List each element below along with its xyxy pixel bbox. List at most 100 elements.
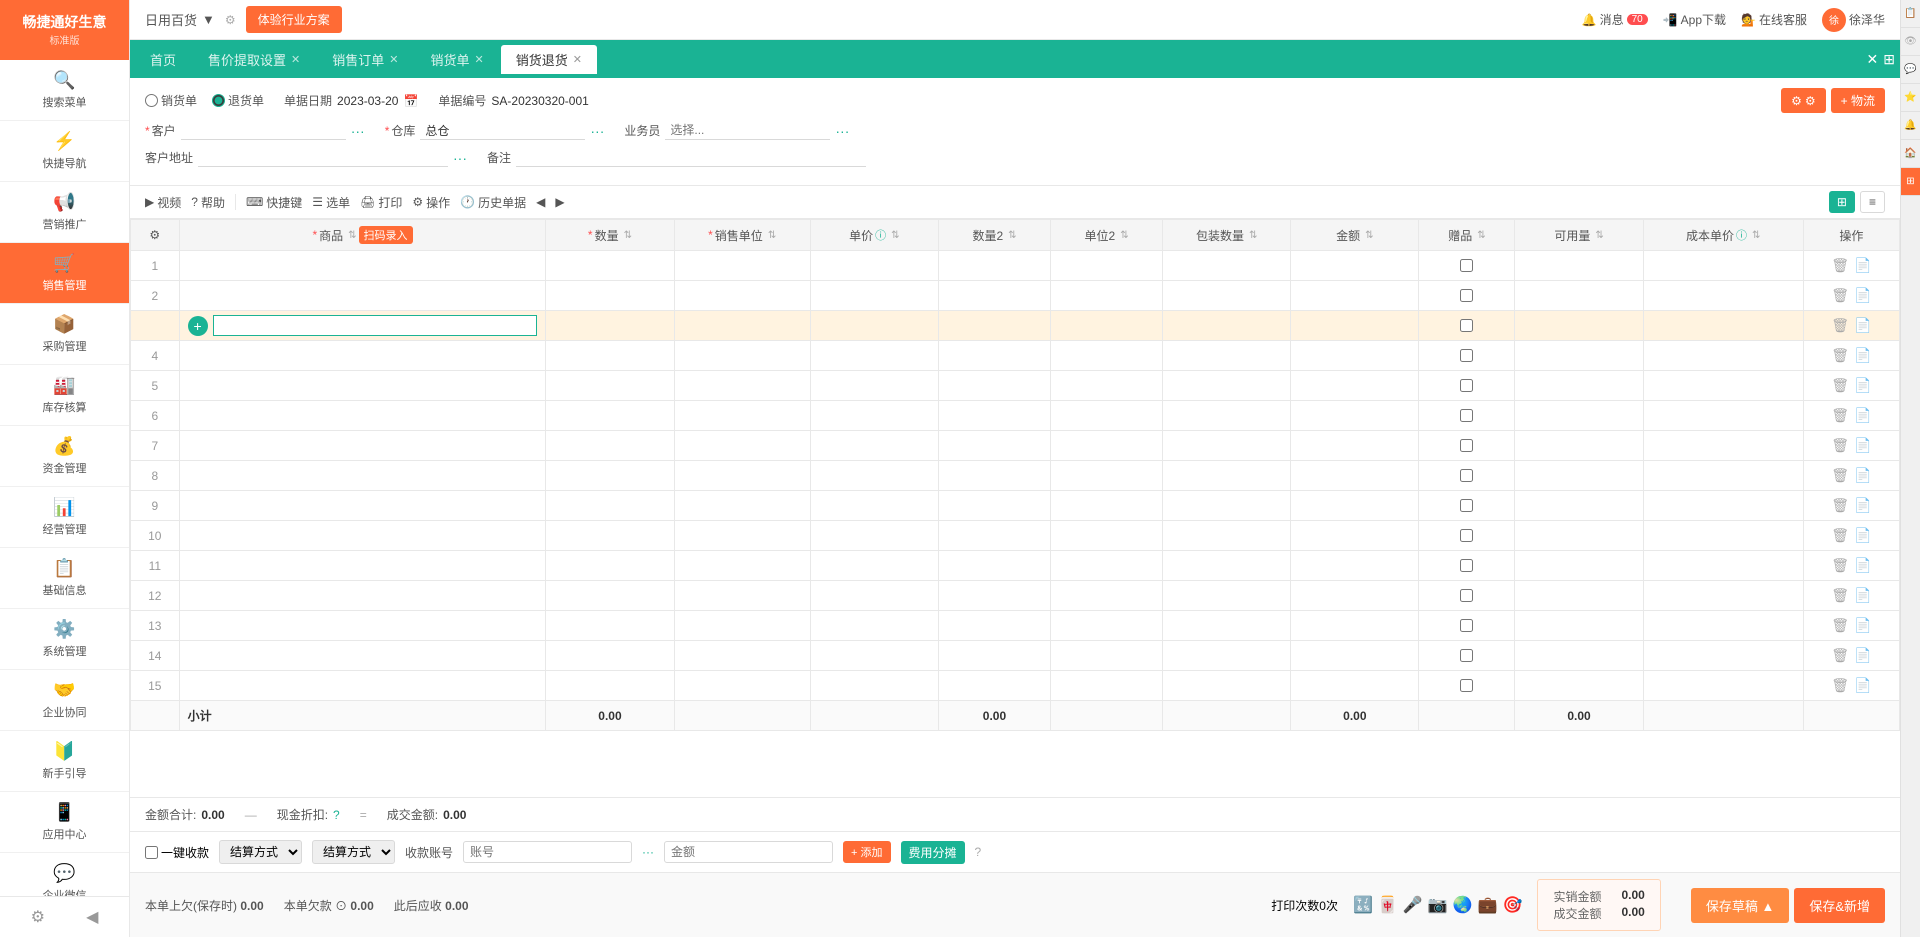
unit2-cell-10[interactable] bbox=[1051, 521, 1163, 551]
unit-cell-10[interactable] bbox=[674, 521, 810, 551]
tab-close-icon[interactable]: ✕ bbox=[573, 53, 582, 66]
unit2-cell-9[interactable] bbox=[1051, 491, 1163, 521]
gift-cell-11[interactable] bbox=[1419, 551, 1515, 581]
qty-cell-15[interactable] bbox=[546, 671, 674, 701]
pack-qty-cell-2[interactable] bbox=[1163, 281, 1291, 311]
unit-cell-5[interactable] bbox=[674, 371, 810, 401]
icon7[interactable]: 🎯 bbox=[1503, 895, 1523, 915]
sidebar-item-wechat[interactable]: 💬 企业微信 bbox=[0, 853, 129, 896]
nav-prev-btn[interactable]: ◀ bbox=[536, 195, 545, 209]
product-cell-14[interactable] bbox=[179, 641, 546, 671]
available-cell-5[interactable] bbox=[1515, 371, 1643, 401]
gift-checkbox-1[interactable] bbox=[1460, 259, 1473, 272]
product-cell-12[interactable] bbox=[179, 581, 546, 611]
gift-checkbox-12[interactable] bbox=[1460, 589, 1473, 602]
pack-qty-cell-4[interactable] bbox=[1163, 341, 1291, 371]
price-cell-15[interactable] bbox=[810, 671, 938, 701]
pack-qty-cell-12[interactable] bbox=[1163, 581, 1291, 611]
cost-price-cell-10[interactable] bbox=[1643, 521, 1803, 551]
history-btn[interactable]: 🕐 历史单据 bbox=[460, 194, 526, 211]
amount-cell-3[interactable] bbox=[1291, 311, 1419, 341]
right-panel-btn-7[interactable]: ⊞ bbox=[1901, 168, 1920, 196]
qty2-cell-13[interactable] bbox=[938, 611, 1050, 641]
help-btn[interactable]: ? 帮助 bbox=[191, 194, 225, 211]
dots-btn[interactable]: ··· bbox=[642, 845, 654, 859]
gift-cell-5[interactable] bbox=[1419, 371, 1515, 401]
cost-price-cell-3[interactable] bbox=[1643, 311, 1803, 341]
right-panel-btn-2[interactable]: 👁 bbox=[1901, 28, 1920, 56]
tab-sales[interactable]: 销货单 ✕ bbox=[415, 45, 498, 74]
unit-cell-6[interactable] bbox=[674, 401, 810, 431]
operation-btn[interactable]: ⚙ 操作 bbox=[412, 194, 450, 211]
sidebar-item-ops[interactable]: 📊 经营管理 bbox=[0, 487, 129, 548]
pack-qty-cell-7[interactable] bbox=[1163, 431, 1291, 461]
amount-cell-9[interactable] bbox=[1291, 491, 1419, 521]
delete-icon-12[interactable]: 🗑 bbox=[1831, 587, 1849, 604]
copy-icon-1[interactable]: 📄 bbox=[1854, 257, 1871, 274]
sidebar-item-inventory[interactable]: 🏭 库存核算 bbox=[0, 365, 129, 426]
unit2-cell-11[interactable] bbox=[1051, 551, 1163, 581]
qty2-cell-14[interactable] bbox=[938, 641, 1050, 671]
tab-close-icon[interactable]: ✕ bbox=[291, 53, 300, 66]
copy-icon-13[interactable]: 📄 bbox=[1854, 617, 1871, 634]
qty-cell-12[interactable] bbox=[546, 581, 674, 611]
product-cell-1[interactable] bbox=[179, 251, 546, 281]
sidebar-item-enterprise[interactable]: 🤝 企业协同 bbox=[0, 670, 129, 731]
amount-input[interactable] bbox=[664, 841, 833, 863]
unit2-cell-15[interactable] bbox=[1051, 671, 1163, 701]
sidebar-collapse-btn[interactable]: ◀ bbox=[86, 907, 98, 927]
cost-price-cell-12[interactable] bbox=[1643, 581, 1803, 611]
qty-cell-7[interactable] bbox=[546, 431, 674, 461]
delete-icon-15[interactable]: 🗑 bbox=[1831, 677, 1849, 694]
sidebar-item-system[interactable]: ⚙️ 系统管理 bbox=[0, 609, 129, 670]
amount-cell-7[interactable] bbox=[1291, 431, 1419, 461]
amount-cell-4[interactable] bbox=[1291, 341, 1419, 371]
unit-cell-3[interactable] bbox=[674, 311, 810, 341]
unit2-cell-8[interactable] bbox=[1051, 461, 1163, 491]
available-cell-6[interactable] bbox=[1515, 401, 1643, 431]
gift-cell-7[interactable] bbox=[1419, 431, 1515, 461]
gift-checkbox-5[interactable] bbox=[1460, 379, 1473, 392]
delete-icon-13[interactable]: 🗑 bbox=[1831, 617, 1849, 634]
gift-checkbox-15[interactable] bbox=[1460, 679, 1473, 692]
cash-discount-info[interactable]: ? bbox=[333, 808, 340, 822]
grid-view-btn[interactable]: ⊞ bbox=[1829, 191, 1855, 213]
right-panel-btn-3[interactable]: 💬 bbox=[1901, 56, 1920, 84]
unit-cell-15[interactable] bbox=[674, 671, 810, 701]
app-download-btn[interactable]: 📲 App下载 bbox=[1663, 11, 1726, 28]
unit-cell-9[interactable] bbox=[674, 491, 810, 521]
gift-cell-15[interactable] bbox=[1419, 671, 1515, 701]
price-cell-6[interactable] bbox=[810, 401, 938, 431]
sidebar-item-search[interactable]: 🔍 搜索菜单 bbox=[0, 60, 129, 121]
available-cell-11[interactable] bbox=[1515, 551, 1643, 581]
col-settings[interactable]: ⚙ bbox=[131, 220, 180, 251]
qty-cell-5[interactable] bbox=[546, 371, 674, 401]
sort-icon-qty[interactable]: ⇅ bbox=[624, 230, 632, 241]
available-cell-10[interactable] bbox=[1515, 521, 1643, 551]
unit-cell-4[interactable] bbox=[674, 341, 810, 371]
copy-icon-5[interactable]: 📄 bbox=[1854, 377, 1871, 394]
delete-icon-6[interactable]: 🗑 bbox=[1831, 407, 1849, 424]
maximize-btn[interactable]: ⊞ bbox=[1883, 51, 1895, 68]
calc-select[interactable]: 结算方式 bbox=[312, 840, 395, 864]
price-cell-11[interactable] bbox=[810, 551, 938, 581]
user-profile[interactable]: 徐 徐泽华 bbox=[1822, 8, 1885, 32]
add-row-btn[interactable]: + bbox=[188, 316, 208, 336]
remark-input[interactable] bbox=[516, 148, 866, 167]
product-cell-5[interactable] bbox=[179, 371, 546, 401]
qty2-cell-10[interactable] bbox=[938, 521, 1050, 551]
sort-icon-cost[interactable]: ⇅ bbox=[1752, 230, 1760, 241]
sort-icon-gift[interactable]: ⇅ bbox=[1477, 230, 1485, 241]
cost-price-cell-8[interactable] bbox=[1643, 461, 1803, 491]
unit2-cell-1[interactable] bbox=[1051, 251, 1163, 281]
list-view-btn[interactable]: ≡ bbox=[1860, 191, 1885, 213]
delete-icon-2[interactable]: 🗑 bbox=[1831, 287, 1849, 304]
sidebar-item-quick[interactable]: ⚡ 快捷导航 bbox=[0, 121, 129, 182]
delete-icon-3[interactable]: 🗑 bbox=[1831, 317, 1849, 334]
staff-picker[interactable]: ··· bbox=[835, 123, 849, 139]
unit2-cell-2[interactable] bbox=[1051, 281, 1163, 311]
product-cell-8[interactable] bbox=[179, 461, 546, 491]
available-cell-12[interactable] bbox=[1515, 581, 1643, 611]
logistics-btn[interactable]: + 物流 bbox=[1831, 88, 1885, 113]
tab-home[interactable]: 首页 bbox=[135, 45, 191, 74]
